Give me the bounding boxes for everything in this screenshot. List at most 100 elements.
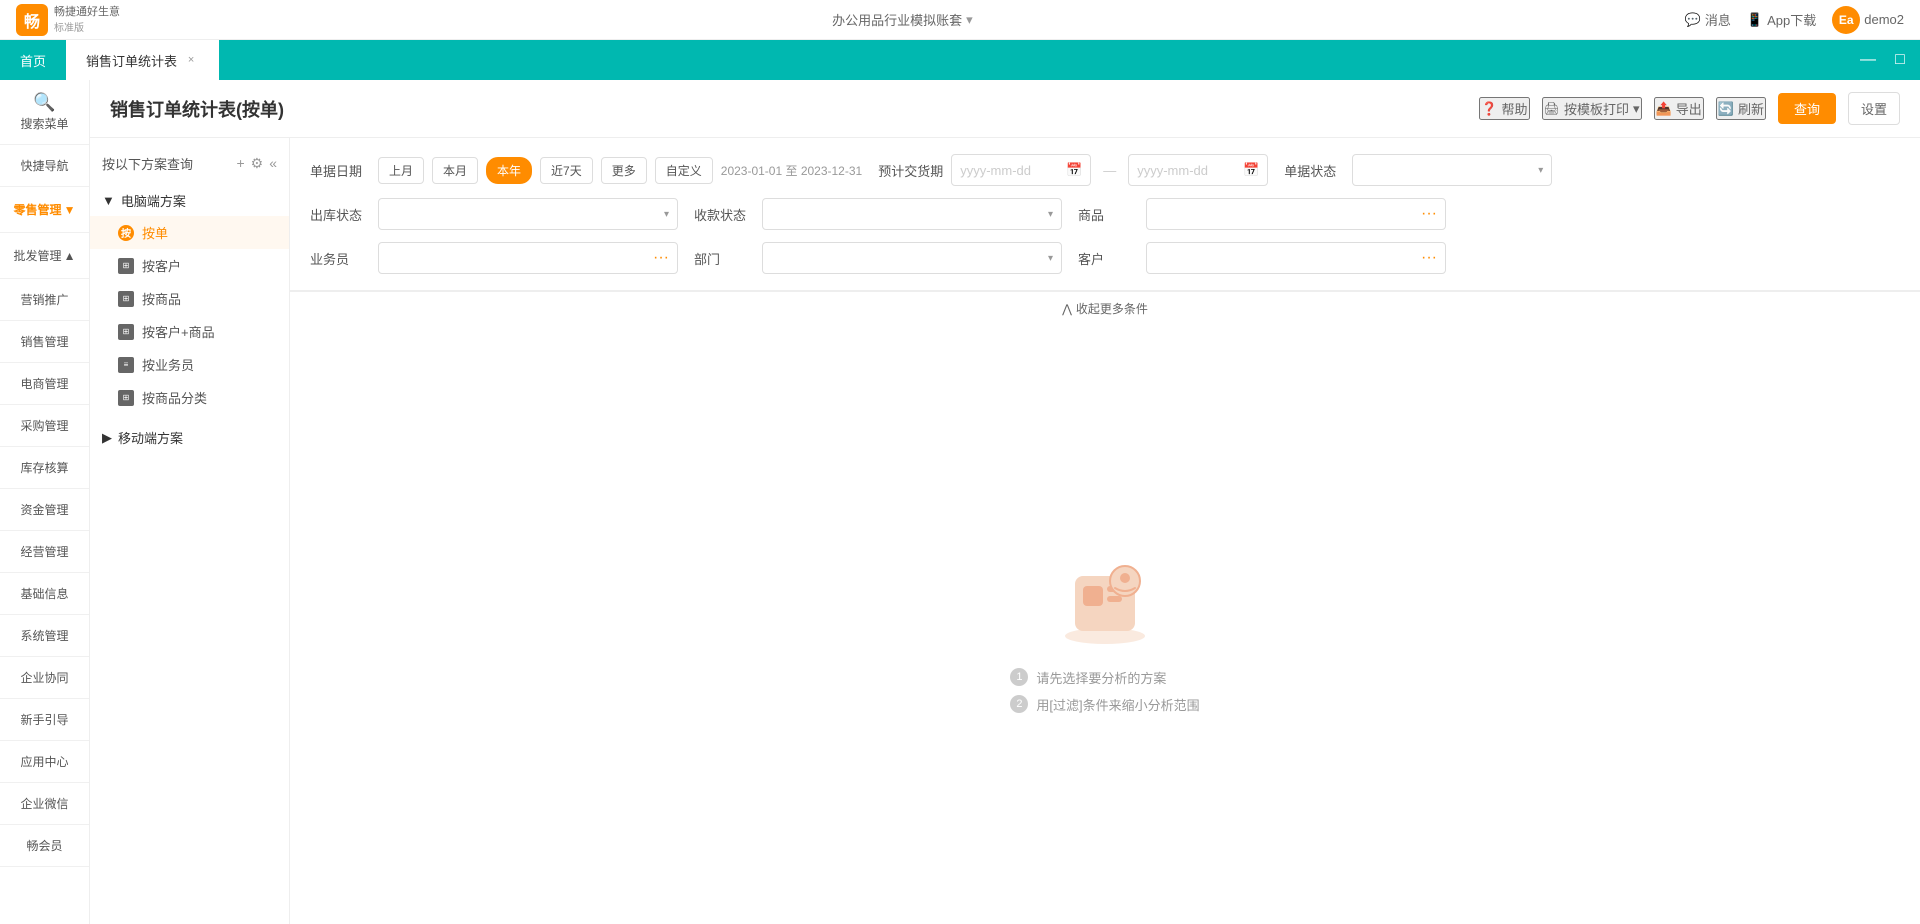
empty-illustration: [1045, 536, 1165, 656]
help-label: 帮助: [1501, 99, 1527, 118]
scheme-item-按客户商品[interactable]: ⊞ 按客户+商品: [90, 315, 289, 348]
inventory-label: 库存核算: [0, 459, 89, 476]
help-button[interactable]: ❓ 帮助: [1479, 97, 1529, 120]
tab-close-icon[interactable]: ×: [183, 52, 199, 68]
filter-field-goods: 商品 ···: [1078, 198, 1446, 230]
tab-sales-order-label: 销售订单统计表: [86, 51, 177, 70]
refresh-button[interactable]: 🔄 刷新: [1716, 97, 1766, 120]
scheme-item-按客户[interactable]: ⊞ 按客户: [90, 249, 289, 282]
empty-hints: 1 请先选择要分析的方案 2 用[过滤]条件来缩小分析范围: [1010, 668, 1199, 714]
department-dropdown-icon: ▾: [1048, 253, 1053, 264]
user-name: demo2: [1864, 12, 1904, 27]
sidebar-item-operations[interactable]: 经营管理: [0, 531, 89, 573]
sidebar-item-finance[interactable]: 资金管理: [0, 489, 89, 531]
sidebar-item-ecommerce[interactable]: 电商管理: [0, 363, 89, 405]
sidebar-item-inventory[interactable]: 库存核算: [0, 447, 89, 489]
filter-field-date: 单据日期 上月 本月 本年 近7天 更多 自定义 2023-01-01 至 20…: [310, 157, 862, 184]
payment-status-select[interactable]: ▾: [762, 198, 1062, 230]
sidebar-item-wechat[interactable]: 企业微信: [0, 783, 89, 825]
sidebar-item-sales[interactable]: 销售管理: [0, 321, 89, 363]
quicknav-label: 快捷导航: [0, 157, 89, 174]
scheme-item-按商品[interactable]: ⊞ 按商品: [90, 282, 289, 315]
sidebar-item-enterprise[interactable]: 企业协同: [0, 657, 89, 699]
sidebar-item-quicknav[interactable]: 快捷导航: [0, 145, 89, 187]
filter-field-ship-status: 出库状态 ▾: [310, 198, 678, 230]
scheme-add-icon[interactable]: +: [236, 155, 244, 172]
avatar: Ea: [1832, 6, 1860, 34]
newuser-label: 新手引导: [0, 711, 89, 728]
sidebar-item-basic[interactable]: 基础信息: [0, 573, 89, 615]
ship-status-select[interactable]: ▾: [378, 198, 678, 230]
scheme-item-按单[interactable]: 按 按单: [90, 216, 289, 249]
export-button[interactable]: 📤 导出: [1654, 97, 1704, 120]
date-separator: —: [1103, 163, 1116, 178]
search-button[interactable]: 查询: [1778, 93, 1836, 124]
delivery-to-placeholder: yyyy-mm-dd: [1137, 163, 1208, 178]
message-label: 消息: [1705, 10, 1731, 29]
scheme-icon-circle: 按: [118, 225, 134, 241]
date-range-display: 2023-01-01 至 2023-12-31: [721, 162, 862, 179]
scheme-group-mobile-title[interactable]: ▶ 移动端方案: [90, 422, 289, 453]
template-print-button[interactable]: 🖨 按模板打印 ▾: [1542, 97, 1642, 120]
logo-icon: 畅: [16, 4, 48, 36]
delivery-from-placeholder: yyyy-mm-dd: [960, 163, 1031, 178]
filter-field-payment-status: 收款状态 ▾: [694, 198, 1062, 230]
date-7days-btn[interactable]: 近7天: [540, 157, 593, 184]
print-icon: 🖨: [1544, 101, 1561, 117]
ship-status-label: 出库状态: [310, 205, 370, 224]
goods-select[interactable]: ···: [1146, 198, 1446, 230]
top-bar-center: 办公用品行业模拟账套 ▾: [832, 10, 973, 29]
scheme-item-按业务员[interactable]: ≡ 按业务员: [90, 348, 289, 381]
delivery-date-from[interactable]: yyyy-mm-dd 📅: [951, 154, 1091, 186]
tab-sales-order[interactable]: 销售订单统计表 ×: [66, 40, 219, 80]
customer-select[interactable]: ···: [1146, 242, 1446, 274]
sidebar-item-appcenter[interactable]: 应用中心: [0, 741, 89, 783]
sidebar-item-member[interactable]: 畅会员: [0, 825, 89, 867]
basic-label: 基础信息: [0, 585, 89, 602]
scheme-group-desktop-title[interactable]: ▼ 电脑端方案: [90, 185, 289, 216]
date-this-month-btn[interactable]: 本月: [432, 157, 478, 184]
settings-button[interactable]: 设置: [1848, 92, 1900, 125]
refresh-label: 刷新: [1738, 99, 1764, 118]
sidebar-item-newuser[interactable]: 新手引导: [0, 699, 89, 741]
sidebar-item-wholesale[interactable]: 批发管理 ▲: [0, 233, 89, 279]
department-select[interactable]: ▾: [762, 242, 1062, 274]
collapse-button[interactable]: ⋀ 收起更多条件: [1062, 300, 1148, 317]
print-dropdown-icon: ▾: [1633, 101, 1640, 117]
sidebar-item-retail[interactable]: 零售管理 ▼: [0, 187, 89, 233]
department-label: 部门: [694, 249, 754, 268]
top-bar-right: 💬 消息 📱 App下载 Ea demo2: [1685, 6, 1904, 34]
message-button[interactable]: 💬 消息: [1685, 10, 1731, 29]
sidebar-item-search[interactable]: 🔍 搜索菜单: [0, 80, 89, 145]
filter-row-1: 单据日期 上月 本月 本年 近7天 更多 自定义 2023-01-01 至 20…: [310, 154, 1900, 186]
scheme-collapse-icon[interactable]: «: [269, 155, 277, 172]
tab-minimize-icon[interactable]: —: [1856, 48, 1880, 72]
hint-num-2: 2: [1010, 695, 1028, 713]
app-download-button[interactable]: 📱 App下载: [1747, 10, 1816, 29]
date-custom-btn[interactable]: 自定义: [655, 157, 713, 184]
sidebar-item-system[interactable]: 系统管理: [0, 615, 89, 657]
scheme-settings-icon[interactable]: ⚙: [251, 155, 264, 172]
date-more-btn[interactable]: 更多: [601, 157, 647, 184]
date-this-year-btn[interactable]: 本年: [486, 157, 532, 184]
salesperson-select[interactable]: ···: [378, 242, 678, 274]
logo-sub: 标准版: [54, 19, 120, 34]
dropdown-arrow-icon[interactable]: ▾: [966, 12, 973, 28]
bill-status-select[interactable]: ▾: [1352, 154, 1552, 186]
logo-area: 畅 畅捷通好生意 标准版: [16, 4, 120, 36]
delivery-date-to[interactable]: yyyy-mm-dd 📅: [1128, 154, 1268, 186]
sidebar-item-marketing[interactable]: 营销推广: [0, 279, 89, 321]
tab-home[interactable]: 首页: [0, 40, 66, 80]
sidebar-item-purchase[interactable]: 采购管理: [0, 405, 89, 447]
scheme-header-actions: + ⚙ «: [236, 155, 277, 172]
tab-maximize-icon[interactable]: □: [1888, 48, 1912, 72]
scheme-label-按业务员: 按业务员: [142, 355, 194, 374]
date-prev-month-btn[interactable]: 上月: [378, 157, 424, 184]
scheme-item-按商品分类[interactable]: ⊞ 按商品分类: [90, 381, 289, 414]
user-area[interactable]: Ea demo2: [1832, 6, 1904, 34]
delivery-calendar-icon-1: 📅: [1066, 162, 1082, 178]
scheme-panel-title: 按以下方案查询: [102, 154, 193, 173]
sidebar: 🔍 搜索菜单 快捷导航 零售管理 ▼ 批发管理 ▲ 营销推广 销售管理 电商管理…: [0, 80, 90, 924]
member-label: 畅会员: [0, 837, 89, 854]
goods-dots: ···: [1421, 205, 1437, 223]
